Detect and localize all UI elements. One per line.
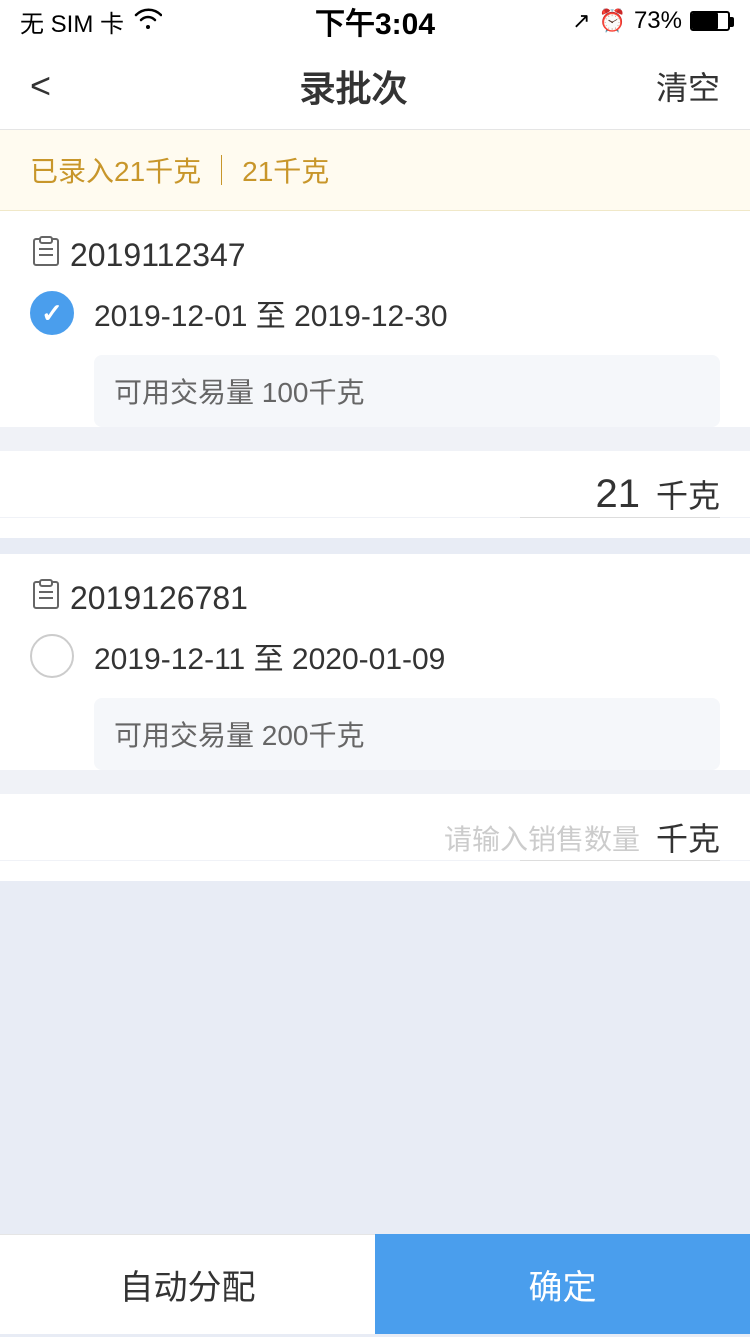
batch-2-spacer bbox=[0, 861, 750, 881]
section-divider bbox=[0, 538, 750, 554]
batch-1-date-row: 2019-12-01 至 2019-12-30 bbox=[30, 291, 720, 335]
batch-2-quantity-row: 千克 bbox=[0, 794, 750, 860]
batch-2-icon bbox=[30, 578, 62, 618]
clear-button[interactable]: 清空 bbox=[656, 63, 720, 109]
batch-1-available: 可用交易量 100千克 bbox=[94, 355, 720, 427]
batch-1-quantity-unit: 千克 bbox=[656, 471, 720, 517]
status-left: 无 SIM 卡 bbox=[20, 4, 162, 39]
batch-1-header: 2019112347 bbox=[30, 235, 720, 275]
batch-2-available: 可用交易量 200千克 bbox=[94, 698, 720, 770]
bottom-buttons: 自动分配 确定 bbox=[0, 1234, 750, 1334]
status-time: 下午3:04 bbox=[315, 0, 435, 43]
status-right: ↗ ⏰ 73% bbox=[572, 7, 730, 35]
carrier-label: 无 SIM 卡 bbox=[20, 4, 124, 39]
batch-2-radio[interactable] bbox=[30, 634, 74, 678]
battery-percent: 73% bbox=[634, 7, 682, 35]
status-bar: 无 SIM 卡 下午3:04 ↗ ⏰ 73% bbox=[0, 0, 750, 42]
batch-item-2: 2019126781 2019-12-11 至 2020-01-09 可用交易量… bbox=[0, 554, 750, 770]
page-title: 录批次 bbox=[300, 60, 408, 112]
total-amount: 21千克 bbox=[242, 150, 329, 190]
batch-2-quantity-input[interactable] bbox=[440, 816, 640, 858]
info-banner: 已录入21千克 21千克 bbox=[0, 130, 750, 211]
batch-1-icon bbox=[30, 235, 62, 275]
batch-2-quantity-unit: 千克 bbox=[656, 814, 720, 860]
batch-1-date: 2019-12-01 至 2019-12-30 bbox=[94, 291, 448, 335]
section-divider-2 bbox=[0, 881, 750, 897]
batch-1-quantity-row: 21 千克 bbox=[0, 451, 750, 517]
batch-1-number: 2019112347 bbox=[70, 237, 246, 274]
back-button[interactable]: < bbox=[30, 65, 51, 107]
batch-item-1: 2019112347 2019-12-01 至 2019-12-30 可用交易量… bbox=[0, 211, 750, 427]
recorded-amount: 已录入21千克 bbox=[30, 150, 201, 190]
wifi-icon bbox=[134, 7, 162, 36]
batch-2-header: 2019126781 bbox=[30, 578, 720, 618]
auto-distribute-button[interactable]: 自动分配 bbox=[0, 1234, 375, 1334]
confirm-button[interactable]: 确定 bbox=[375, 1234, 750, 1334]
info-divider bbox=[221, 155, 222, 185]
batch-2-date-row: 2019-12-11 至 2020-01-09 bbox=[30, 634, 720, 678]
batch-2-number: 2019126781 bbox=[70, 580, 248, 617]
batch-1-quantity-value: 21 bbox=[595, 472, 640, 517]
location-icon: ↗ bbox=[572, 8, 590, 34]
battery-icon bbox=[690, 11, 730, 31]
batch-2-date: 2019-12-11 至 2020-01-09 bbox=[94, 634, 445, 678]
alarm-icon: ⏰ bbox=[599, 8, 626, 34]
batch-1-radio[interactable] bbox=[30, 291, 74, 335]
nav-bar: < 录批次 清空 bbox=[0, 42, 750, 130]
batch-1-spacer bbox=[0, 518, 750, 538]
